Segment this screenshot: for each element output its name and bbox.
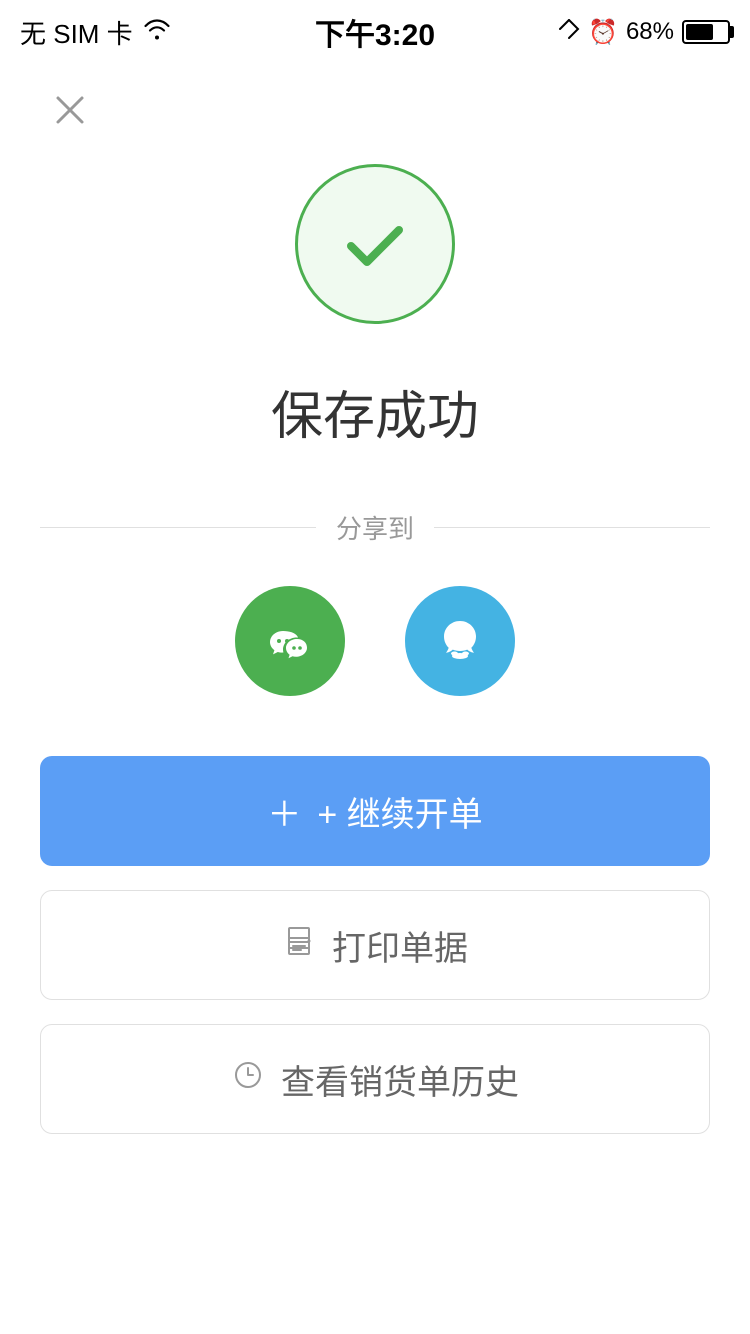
success-circle	[295, 164, 455, 324]
print-label: 打印单据	[332, 921, 468, 970]
close-button[interactable]	[40, 80, 100, 140]
battery-icon	[682, 20, 730, 44]
divider-left	[40, 527, 316, 528]
alarm-icon: ⏰	[588, 18, 618, 47]
history-button[interactable]: 查看销货单历史	[40, 1024, 710, 1134]
main-content: 保存成功 分享到	[0, 64, 750, 1134]
share-label: 分享到	[316, 509, 434, 546]
divider-row: 分享到	[0, 509, 750, 546]
wechat-share-button[interactable]	[235, 586, 345, 696]
print-icon	[282, 924, 316, 967]
print-button[interactable]: 打印单据	[40, 890, 710, 1000]
divider-right	[434, 527, 710, 528]
wifi-icon	[143, 18, 171, 47]
battery-text: 68%	[626, 18, 674, 46]
qq-share-button[interactable]	[405, 586, 515, 696]
share-section: 分享到	[0, 509, 750, 696]
status-left: 无 SIM 卡	[20, 14, 171, 51]
action-buttons: ＋ + 继续开单 打印单据	[0, 756, 750, 1134]
status-bar: 无 SIM 卡 下午3:20 ⏰ 68%	[0, 0, 750, 64]
plus-icon: ＋	[267, 787, 301, 836]
continue-button[interactable]: ＋ + 继续开单	[40, 756, 710, 866]
carrier-text: 无 SIM 卡	[20, 14, 133, 51]
history-icon	[231, 1058, 265, 1101]
continue-label: + 继续开单	[317, 787, 482, 836]
location-icon	[558, 18, 580, 47]
share-icons	[235, 586, 515, 696]
status-right: ⏰ 68%	[558, 18, 730, 47]
history-label: 查看销货单历史	[281, 1055, 519, 1104]
success-title: 保存成功	[271, 374, 479, 449]
status-time: 下午3:20	[315, 10, 435, 54]
